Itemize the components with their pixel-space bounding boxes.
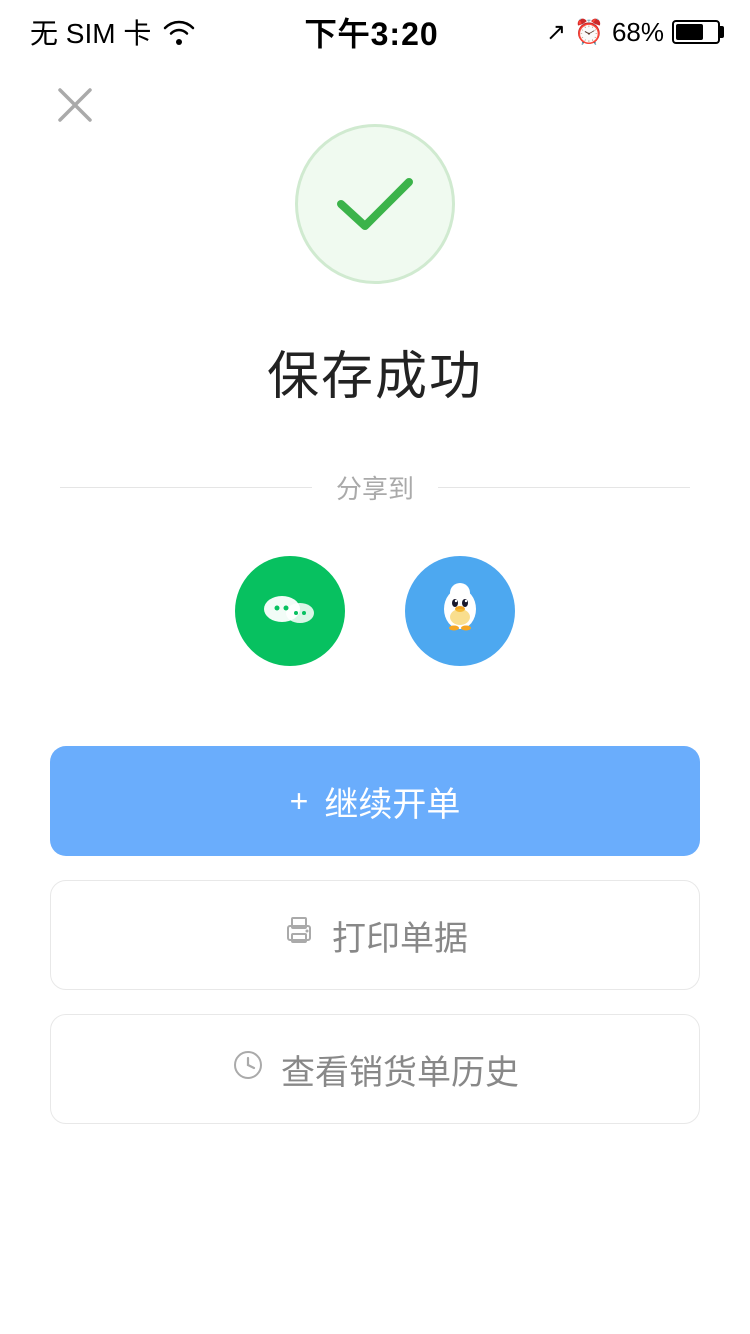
battery-fill	[676, 24, 703, 40]
location-icon: ↗	[546, 18, 566, 47]
status-bar: 无 SIM 卡 下午3:20 ↗ ⏰ 68%	[0, 0, 750, 64]
battery-icon	[672, 20, 720, 44]
carrier-wifi: 无 SIM 卡	[30, 12, 197, 52]
clock-icon	[231, 1048, 265, 1090]
wechat-share-button[interactable]	[235, 556, 345, 666]
success-circle	[295, 124, 455, 284]
status-time: 下午3:20	[305, 9, 439, 55]
divider-right	[438, 487, 690, 488]
carrier-label: 无 SIM 卡	[30, 12, 151, 52]
status-right: ↗ ⏰ 68%	[546, 17, 720, 48]
printer-icon	[282, 914, 316, 956]
print-button[interactable]: 打印单据	[50, 880, 700, 990]
close-icon	[56, 86, 94, 124]
plus-icon: +	[290, 783, 309, 820]
checkmark-icon	[335, 174, 415, 234]
close-button[interactable]	[50, 80, 100, 130]
divider-section: 分享到	[0, 469, 750, 506]
print-label: 打印单据	[332, 911, 468, 960]
history-label: 查看销货单历史	[281, 1045, 519, 1094]
divider-left	[60, 487, 312, 488]
wifi-icon	[161, 19, 197, 45]
alarm-icon: ⏰	[574, 18, 604, 47]
actions-container: + 继续开单 打印单据	[0, 746, 750, 1124]
divider-label: 分享到	[312, 469, 438, 506]
qq-share-button[interactable]	[405, 556, 515, 666]
main-content: 保存成功 分享到	[0, 64, 750, 1124]
wechat-icon	[258, 579, 322, 643]
qq-icon	[428, 579, 492, 643]
share-icons-container	[235, 556, 515, 666]
success-title: 保存成功	[267, 334, 483, 409]
continue-button[interactable]: + 继续开单	[50, 746, 700, 856]
continue-label: 继续开单	[324, 777, 460, 826]
history-button[interactable]: 查看销货单历史	[50, 1014, 700, 1124]
battery-percent: 68%	[612, 17, 664, 48]
